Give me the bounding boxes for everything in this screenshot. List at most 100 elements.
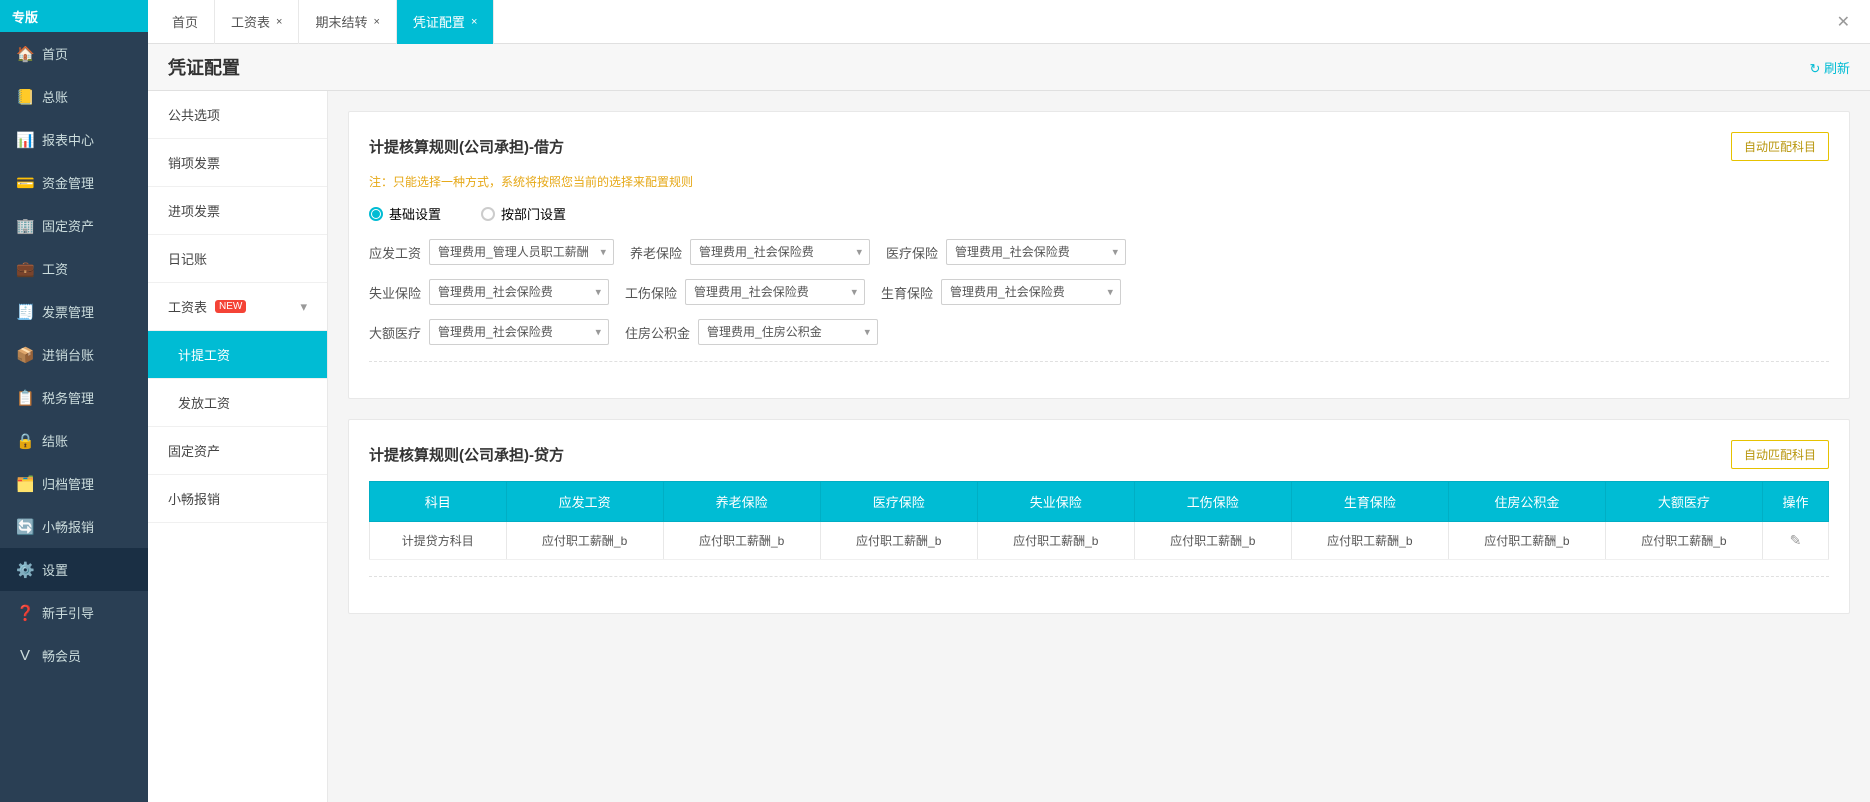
cell-major-medical: 应付职工薪酬_b — [1605, 522, 1762, 560]
maternity-select-wrapper: 管理费用_社会保险费 — [941, 279, 1121, 305]
salary-select[interactable]: 管理费用_管理人员职工薪酬 — [429, 239, 614, 265]
close-all-tabs-button[interactable]: ✕ — [1825, 12, 1862, 32]
radio-basic[interactable]: 基础设置 — [369, 204, 441, 223]
col-header-injury: 工伤保险 — [1134, 482, 1291, 522]
tabs-bar: 首页 工资表 × 期末结转 × 凭证配置 × ✕ — [148, 0, 1870, 44]
major-medical-select[interactable]: 管理费用_社会保险费 — [429, 319, 609, 345]
credit-divider — [369, 576, 1829, 577]
sidebar-item-inventory[interactable]: 📦 进销台账 — [0, 333, 148, 376]
nav-xiaochang-expense[interactable]: 小畅报销 — [148, 475, 327, 523]
debit-form-row-3: 大额医疗 管理费用_社会保险费 住房公积金 管理费用_住房公积金 — [369, 319, 1829, 345]
col-header-medical: 医疗保险 — [820, 482, 977, 522]
inventory-icon: 📦 — [16, 346, 34, 364]
sidebar-item-salary[interactable]: 💼 工资 — [0, 247, 148, 290]
tab-period-closing[interactable]: 期末结转 × — [299, 0, 396, 44]
nav-fixed-assets[interactable]: 固定资产 — [148, 427, 327, 475]
debit-section: 计提核算规则(公司承担)-借方 自动匹配科目 注：只能选择一种方式，系统将按照您… — [348, 111, 1850, 399]
debit-divider — [369, 361, 1829, 362]
archive-icon: 🗂️ — [16, 475, 34, 493]
close-voucher-config-tab[interactable]: × — [471, 16, 477, 28]
col-header-major-medical: 大额医疗 — [1605, 482, 1762, 522]
sidebar-item-reports[interactable]: 📊 报表中心 — [0, 118, 148, 161]
debit-section-title: 计提核算规则(公司承担)-借方 — [369, 136, 564, 157]
cell-salary: 应付职工薪酬_b — [506, 522, 663, 560]
sidebar-item-tax[interactable]: 📋 税务管理 — [0, 376, 148, 419]
sidebar-item-funds[interactable]: 💳 资金管理 — [0, 161, 148, 204]
col-header-action: 操作 — [1762, 482, 1828, 522]
nav-journal[interactable]: 日记账 — [148, 235, 327, 283]
sidebar-item-closing[interactable]: 🔒 结账 — [0, 419, 148, 462]
tab-voucher-config[interactable]: 凭证配置 × — [397, 0, 494, 44]
tab-salary-table[interactable]: 工资表 × — [215, 0, 299, 44]
sidebar-item-settings[interactable]: ⚙️ 设置 — [0, 548, 148, 591]
debit-form-row-2: 失业保险 管理费用_社会保险费 工伤保险 管理费用_社会保险费 — [369, 279, 1829, 305]
nav-jiti-salary[interactable]: 计提工资 — [148, 331, 327, 379]
unemployment-select-wrapper: 管理费用_社会保险费 — [429, 279, 609, 305]
vip-icon: V — [16, 647, 34, 664]
sidebar-item-xiaochang[interactable]: 🔄 小畅报销 — [0, 505, 148, 548]
main-content: 首页 工资表 × 期末结转 × 凭证配置 × ✕ 凭证配置 ↻ 刷新 公共选项 … — [148, 0, 1870, 802]
pension-select-wrapper: 管理费用_社会保险费 — [690, 239, 870, 265]
close-salary-table-tab[interactable]: × — [276, 16, 282, 28]
debit-note: 注：只能选择一种方式，系统将按照您当前的选择来配置规则 — [369, 173, 1829, 190]
radio-dept-circle — [481, 207, 495, 221]
radio-dept[interactable]: 按部门设置 — [481, 204, 566, 223]
sidebar-item-assets[interactable]: 🏢 固定资产 — [0, 204, 148, 247]
edit-icon[interactable]: ✎ — [1790, 532, 1802, 548]
app-edition: 专版 — [0, 0, 148, 32]
nav-sales-invoice[interactable]: 销项发票 — [148, 139, 327, 187]
cell-medical: 应付职工薪酬_b — [820, 522, 977, 560]
reports-icon: 📊 — [16, 131, 34, 149]
sidebar-item-invoice[interactable]: 🧾 发票管理 — [0, 290, 148, 333]
medical-select-wrapper: 管理费用_社会保险费 — [946, 239, 1126, 265]
settings-icon: ⚙️ — [16, 561, 34, 579]
housing-select-wrapper: 管理费用_住房公积金 — [698, 319, 878, 345]
maternity-select[interactable]: 管理费用_社会保险费 — [941, 279, 1121, 305]
credit-table-header-row: 科目 应发工资 养老保险 医疗保险 失业保险 工伤保险 生育保险 住房公积金 大… — [370, 482, 1829, 522]
injury-select-wrapper: 管理费用_社会保险费 — [685, 279, 865, 305]
field-pension: 养老保险 管理费用_社会保险费 — [630, 239, 870, 265]
refresh-button[interactable]: ↻ 刷新 — [1809, 58, 1850, 77]
unemployment-select[interactable]: 管理费用_社会保险费 — [429, 279, 609, 305]
housing-select[interactable]: 管理费用_住房公积金 — [698, 319, 878, 345]
field-salary: 应发工资 管理费用_管理人员职工薪酬 — [369, 239, 614, 265]
debit-form-row-1: 应发工资 管理费用_管理人员职工薪酬 养老保险 管理费用_社会保险费 — [369, 239, 1829, 265]
field-maternity: 生育保险 管理费用_社会保险费 — [881, 279, 1121, 305]
injury-select[interactable]: 管理费用_社会保险费 — [685, 279, 865, 305]
cell-injury: 应付职工薪酬_b — [1134, 522, 1291, 560]
nav-salary-table[interactable]: 工资表 NEW ▾ — [148, 283, 327, 331]
funds-icon: 💳 — [16, 174, 34, 192]
field-unemployment: 失业保险 管理费用_社会保险费 — [369, 279, 609, 305]
debit-section-header: 计提核算规则(公司承担)-借方 自动匹配科目 — [369, 132, 1829, 161]
credit-auto-match-button[interactable]: 自动匹配科目 — [1731, 440, 1829, 469]
cell-action[interactable]: ✎ — [1762, 522, 1828, 560]
pension-select[interactable]: 管理费用_社会保险费 — [690, 239, 870, 265]
close-period-closing-tab[interactable]: × — [373, 16, 379, 28]
medical-select[interactable]: 管理费用_社会保险费 — [946, 239, 1126, 265]
nav-public-options[interactable]: 公共选项 — [148, 91, 327, 139]
sidebar-item-guide[interactable]: ❓ 新手引导 — [0, 591, 148, 634]
nav-issue-salary[interactable]: 发放工资 — [148, 379, 327, 427]
sidebar-item-ledger[interactable]: 📒 总账 — [0, 75, 148, 118]
col-header-maternity: 生育保险 — [1291, 482, 1448, 522]
sidebar-item-archive[interactable]: 🗂️ 归档管理 — [0, 462, 148, 505]
page-title: 凭证配置 — [168, 54, 240, 80]
salary-select-wrapper: 管理费用_管理人员职工薪酬 — [429, 239, 614, 265]
expand-icon: ▾ — [300, 299, 307, 315]
field-injury: 工伤保险 管理费用_社会保险费 — [625, 279, 865, 305]
col-header-unemployment: 失业保险 — [977, 482, 1134, 522]
sidebar-item-vip[interactable]: V 畅会员 — [0, 634, 148, 677]
col-header-subject: 科目 — [370, 482, 507, 522]
debit-auto-match-button[interactable]: 自动匹配科目 — [1731, 132, 1829, 161]
major-medical-select-wrapper: 管理费用_社会保险费 — [429, 319, 609, 345]
tab-home[interactable]: 首页 — [156, 0, 215, 44]
col-header-salary: 应发工资 — [506, 482, 663, 522]
home-icon: 🏠 — [16, 45, 34, 63]
sidebar-item-home[interactable]: 🏠 首页 — [0, 32, 148, 75]
field-major-medical: 大额医疗 管理费用_社会保险费 — [369, 319, 609, 345]
radio-group: 基础设置 按部门设置 — [369, 204, 1829, 223]
closing-icon: 🔒 — [16, 432, 34, 450]
credit-section-header: 计提核算规则(公司承担)-贷方 自动匹配科目 — [369, 440, 1829, 469]
nav-purchase-invoice[interactable]: 进项发票 — [148, 187, 327, 235]
credit-section: 计提核算规则(公司承担)-贷方 自动匹配科目 科目 应发工资 养老保险 医疗保险… — [348, 419, 1850, 614]
